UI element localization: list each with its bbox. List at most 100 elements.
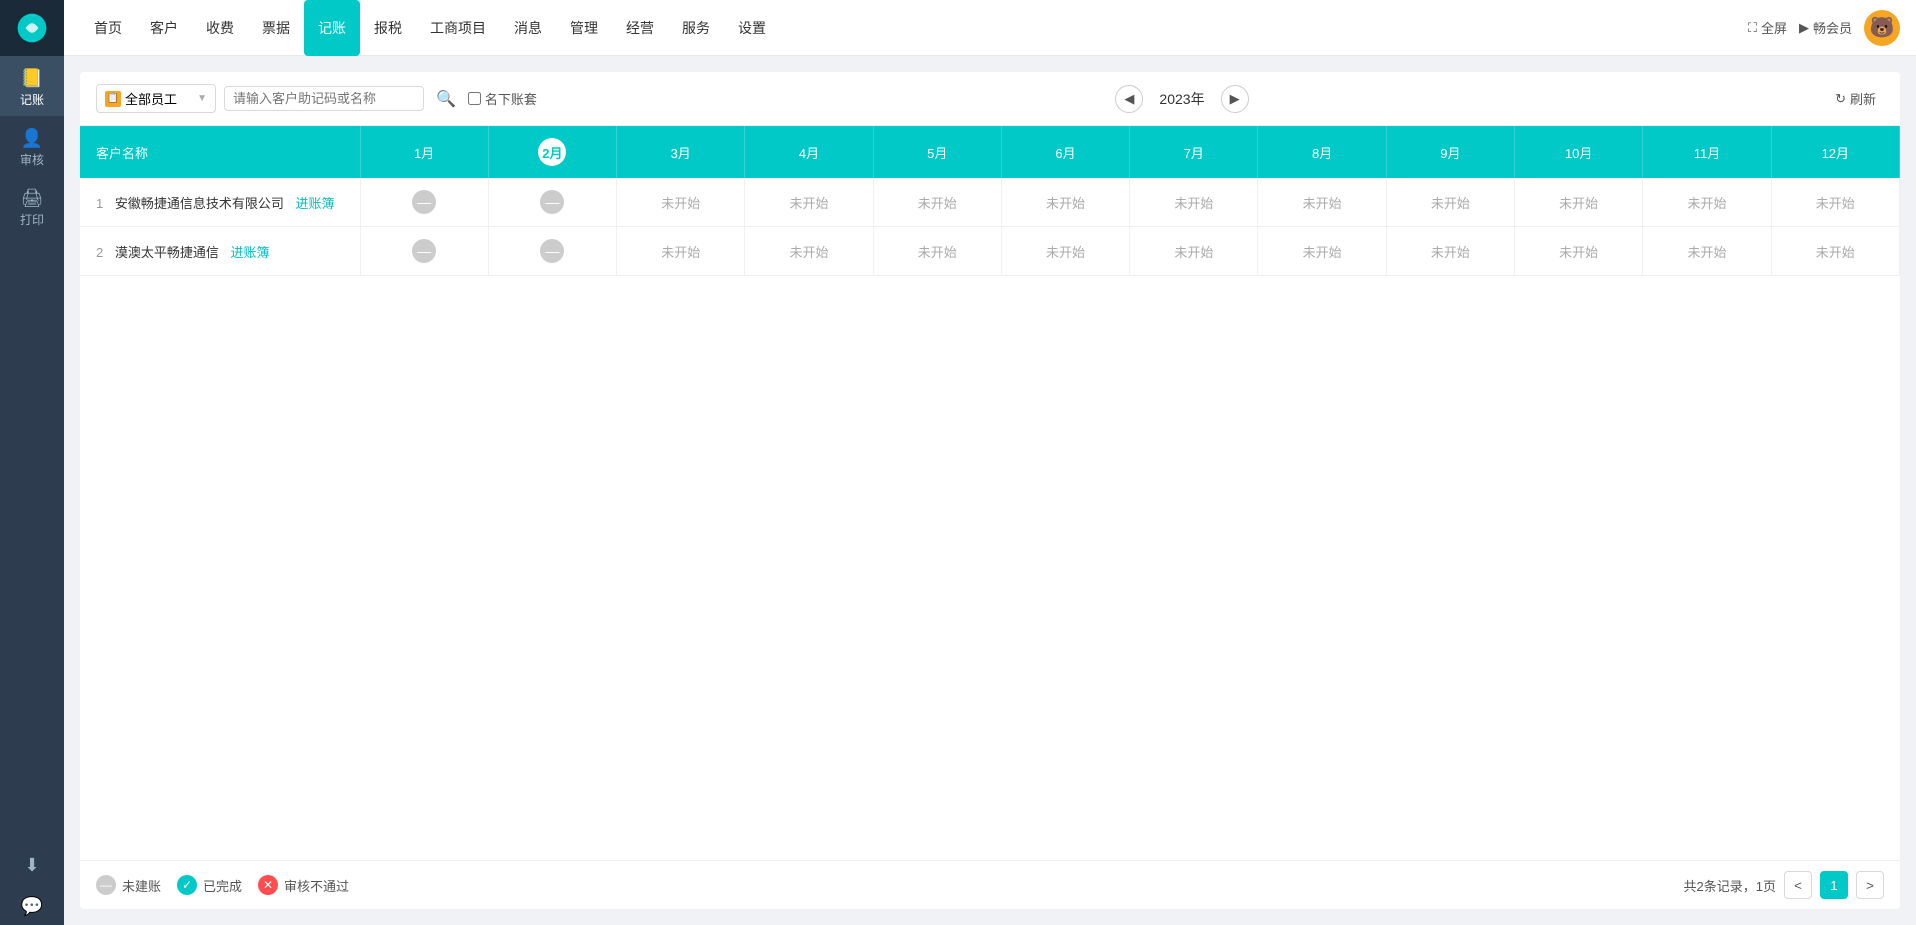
nav-business[interactable]: 工商项目	[416, 0, 500, 56]
topnav: 首页 客户 收费 票据 记账 报税 工商项目 消息 管理 经营 服务 设置 ⛶ …	[64, 0, 1916, 56]
status-not-started: 未开始	[1687, 196, 1726, 211]
company-name: 漠澳太平畅捷通信	[115, 245, 219, 260]
nav-home[interactable]: 首页	[80, 0, 136, 56]
chevron-right-icon: ▶	[1230, 91, 1240, 107]
cell-oct: 未开始	[1515, 178, 1643, 227]
sidebar-item-label: 记账	[20, 91, 44, 108]
membership-btn[interactable]: ▶ 畅会员	[1799, 18, 1852, 37]
status-not-started: 未开始	[1174, 245, 1213, 260]
col-header-jan: 1月	[360, 126, 488, 178]
legend-label-rejected: 审核不通过	[284, 876, 349, 895]
col-header-apr: 4月	[745, 126, 873, 178]
legend-completed: ✓ 已完成	[177, 875, 242, 895]
fullscreen-icon: ⛶	[1748, 20, 1757, 36]
employee-select[interactable]: 📋 全部员工 ▼	[96, 84, 216, 113]
legend-dot-teal: ✓	[177, 875, 197, 895]
legend-not-created: — 未建账	[96, 875, 161, 895]
sidebar-bottom: ⬇ 💬	[0, 843, 64, 925]
row-number: 1	[96, 196, 103, 211]
next-page-btn[interactable]: >	[1856, 871, 1884, 899]
legend-rejected: ✕ 审核不通过	[258, 875, 349, 895]
membership-label: 畅会员	[1813, 18, 1852, 37]
status-not-started: 未开始	[1687, 245, 1726, 260]
cell-jun: 未开始	[1001, 227, 1129, 276]
chevron-left-icon: ◀	[1124, 91, 1134, 107]
cell-jan: —	[360, 178, 488, 227]
col-header-oct: 10月	[1515, 126, 1643, 178]
status-dash-icon: —	[540, 239, 564, 263]
search-input[interactable]	[224, 86, 424, 111]
nav-services[interactable]: 服务	[668, 0, 724, 56]
cell-aug: 未开始	[1258, 178, 1386, 227]
cell-sep: 未开始	[1386, 227, 1514, 276]
sidebar-item-audit[interactable]: 👤 审核	[0, 116, 64, 176]
table-container: 客户名称 1月 2月 3月 4月 5月 6月 7月 8月 9月	[80, 126, 1900, 860]
cell-dec: 未开始	[1771, 227, 1899, 276]
status-not-started: 未开始	[918, 245, 957, 260]
account-checkbox[interactable]	[468, 92, 481, 105]
download-icon: ⬇	[24, 855, 39, 876]
legend-dot-red: ✕	[258, 875, 278, 895]
fullscreen-btn[interactable]: ⛶ 全屏	[1748, 18, 1787, 37]
company-name: 安徽畅捷通信息技术有限公司	[115, 196, 284, 211]
cell-sep: 未开始	[1386, 178, 1514, 227]
nav-clients[interactable]: 客户	[136, 0, 192, 56]
sidebar: 📒 记账 👤 审核 🖨 打印 ⬇ 💬	[0, 0, 64, 925]
legend-label-completed: 已完成	[203, 876, 242, 895]
nav-management[interactable]: 管理	[556, 0, 612, 56]
membership-icon: ▶	[1799, 20, 1809, 36]
footer: — 未建账 ✓ 已完成 ✕ 审核不通过 共2条记录，1	[80, 860, 1900, 909]
search-button[interactable]: 🔍	[432, 89, 460, 109]
row-number: 2	[96, 245, 103, 260]
employee-icon: 📋	[105, 91, 121, 107]
current-month-circle: 2月	[538, 138, 566, 166]
status-not-started: 未开始	[789, 196, 828, 211]
status-not-started: 未开始	[918, 196, 957, 211]
user-avatar[interactable]: 🐻	[1864, 10, 1900, 46]
col-header-aug: 8月	[1258, 126, 1386, 178]
col-header-name: 客户名称	[80, 126, 360, 178]
prev-year-btn[interactable]: ◀	[1115, 85, 1143, 113]
nav-messages[interactable]: 消息	[500, 0, 556, 56]
account-filter-checkbox[interactable]: 名下账套	[468, 89, 537, 108]
refresh-button[interactable]: ↻ 刷新	[1827, 85, 1884, 112]
nav-operations[interactable]: 经营	[612, 0, 668, 56]
toolbar: 📋 全部员工 ▼ 🔍 名下账套 ◀ 2023年	[80, 72, 1900, 126]
enter-ledger-link[interactable]: 进账簿	[231, 245, 270, 260]
col-header-may: 5月	[873, 126, 1001, 178]
support-icon: 💬	[21, 896, 43, 917]
nav-bookkeeping[interactable]: 记账	[304, 0, 360, 56]
cell-jul: 未开始	[1130, 178, 1258, 227]
status-not-started: 未开始	[789, 245, 828, 260]
refresh-label: 刷新	[1850, 89, 1876, 108]
current-page-btn[interactable]: 1	[1820, 871, 1848, 899]
cell-mar: 未开始	[617, 227, 745, 276]
sidebar-item-label: 审核	[20, 151, 44, 168]
status-not-started: 未开始	[1046, 196, 1085, 211]
nav-invoices[interactable]: 票据	[248, 0, 304, 56]
cell-dec: 未开始	[1771, 178, 1899, 227]
status-not-started: 未开始	[1559, 196, 1598, 211]
sidebar-item-support[interactable]: 💬	[0, 884, 64, 925]
nav-tax[interactable]: 报税	[360, 0, 416, 56]
status-not-started: 未开始	[1431, 196, 1470, 211]
year-label: 2023年	[1151, 89, 1212, 109]
legend-label-not-created: 未建账	[122, 876, 161, 895]
sidebar-item-print[interactable]: 🖨 打印	[0, 176, 64, 236]
nav-fees[interactable]: 收费	[192, 0, 248, 56]
cell-may: 未开始	[873, 227, 1001, 276]
sidebar-item-download[interactable]: ⬇	[0, 843, 64, 884]
sidebar-item-bookkeeping[interactable]: 📒 记账	[0, 56, 64, 116]
next-year-btn[interactable]: ▶	[1221, 85, 1249, 113]
status-dash-icon: —	[412, 190, 436, 214]
status-not-started: 未开始	[1431, 245, 1470, 260]
col-header-mar: 3月	[617, 126, 745, 178]
prev-page-btn[interactable]: <	[1784, 871, 1812, 899]
enter-ledger-link[interactable]: 进账簿	[296, 196, 335, 211]
nav-settings[interactable]: 设置	[724, 0, 780, 56]
content: 📋 全部员工 ▼ 🔍 名下账套 ◀ 2023年	[64, 56, 1916, 925]
legend-dot-grey: —	[96, 875, 116, 895]
status-not-started: 未开始	[1303, 196, 1342, 211]
col-header-jun: 6月	[1001, 126, 1129, 178]
cell-jun: 未开始	[1001, 178, 1129, 227]
